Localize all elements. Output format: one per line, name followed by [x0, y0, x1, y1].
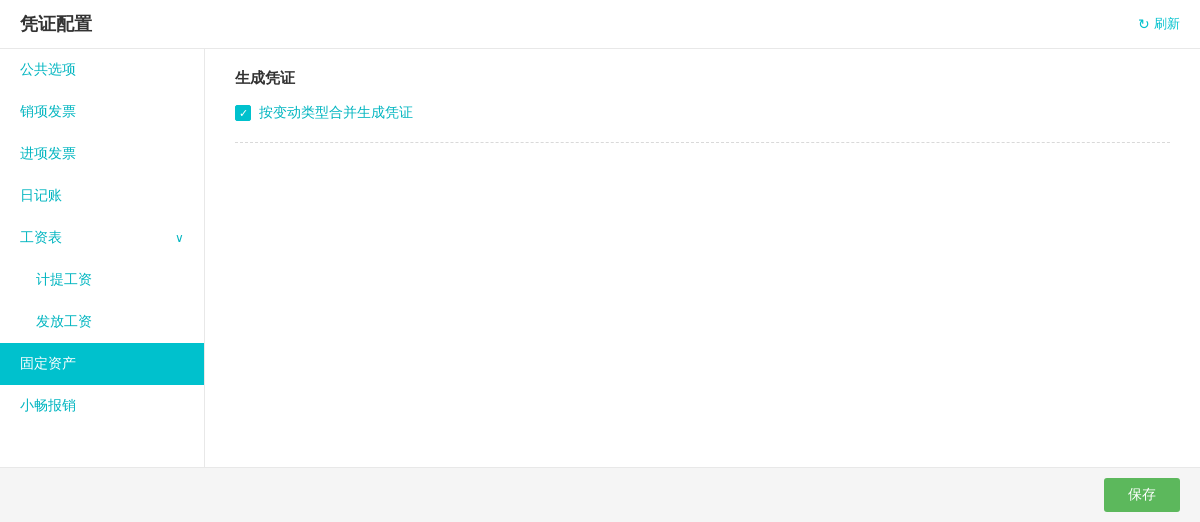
- sidebar-item-label: 发放工资: [36, 313, 92, 331]
- sidebar-item-purchase-invoice[interactable]: 进项发票: [0, 133, 204, 175]
- sidebar-item-fixed-assets[interactable]: 固定资产: [0, 343, 204, 385]
- sidebar-item-label: 日记账: [20, 187, 62, 205]
- sidebar-item-label: 销项发票: [20, 103, 76, 121]
- sidebar-item-payroll[interactable]: 工资表 ∨: [0, 217, 204, 259]
- merge-checkbox[interactable]: ✓: [235, 105, 251, 121]
- checkmark-icon: ✓: [239, 108, 248, 119]
- checkbox-row: ✓ 按变动类型合并生成凭证: [235, 104, 1170, 122]
- sidebar-item-distribute[interactable]: 发放工资: [0, 301, 204, 343]
- sidebar-item-label: 工资表: [20, 229, 62, 247]
- sidebar-item-accrual[interactable]: 计提工资: [0, 259, 204, 301]
- page-header: 凭证配置 ↻ 刷新: [0, 0, 1200, 49]
- sidebar-item-label: 公共选项: [20, 61, 76, 79]
- sidebar-item-public[interactable]: 公共选项: [0, 49, 204, 91]
- sidebar-item-label: 进项发票: [20, 145, 76, 163]
- section-title: 生成凭证: [235, 69, 1170, 88]
- page-footer: 保存: [0, 467, 1200, 522]
- refresh-label: 刷新: [1154, 15, 1180, 33]
- section-divider: [235, 142, 1170, 143]
- sidebar-item-label: 固定资产: [20, 355, 76, 373]
- sidebar-item-label: 小畅报销: [20, 397, 76, 415]
- sidebar-item-journal[interactable]: 日记账: [0, 175, 204, 217]
- checkbox-label[interactable]: 按变动类型合并生成凭证: [259, 104, 413, 122]
- chevron-down-icon: ∨: [175, 231, 184, 245]
- content-area: 生成凭证 ✓ 按变动类型合并生成凭证: [205, 49, 1200, 467]
- refresh-button[interactable]: ↻ 刷新: [1138, 15, 1180, 33]
- main-layout: 公共选项销项发票进项发票日记账工资表 ∨ 计提工资发放工资固定资产小畅报销 生成凭证…: [0, 49, 1200, 467]
- sidebar: 公共选项销项发票进项发票日记账工资表 ∨ 计提工资发放工资固定资产小畅报销: [0, 49, 205, 467]
- refresh-icon: ↻: [1138, 16, 1150, 32]
- sidebar-item-label: 计提工资: [36, 271, 92, 289]
- save-button[interactable]: 保存: [1104, 478, 1180, 512]
- sidebar-item-petty-cash[interactable]: 小畅报销: [0, 385, 204, 427]
- sidebar-item-sales-invoice[interactable]: 销项发票: [0, 91, 204, 133]
- page-title: 凭证配置: [20, 12, 92, 36]
